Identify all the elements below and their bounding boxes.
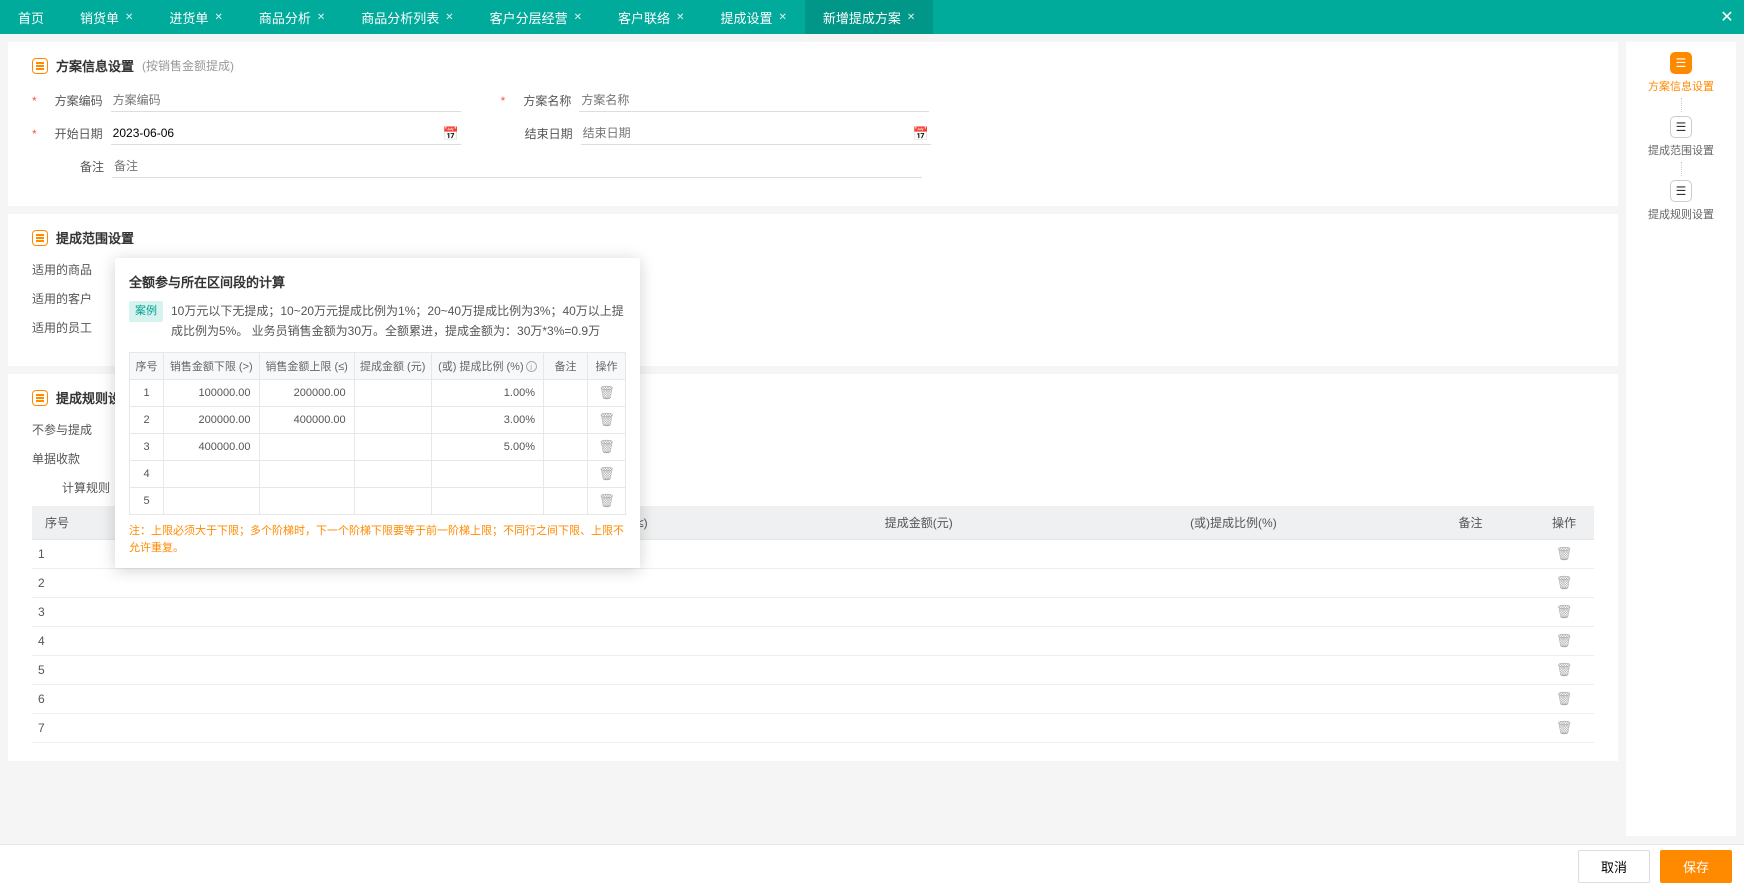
info-icon: i — [526, 361, 537, 372]
name-input[interactable] — [579, 89, 929, 112]
close-icon[interactable]: ✕ — [907, 12, 915, 23]
delete-icon[interactable]: 🗑 — [1556, 691, 1573, 706]
tab-sales[interactable]: 销货单✕ — [62, 0, 151, 34]
delete-icon[interactable]: 🗑 — [598, 385, 615, 400]
end-label: 结束日期 — [511, 125, 573, 142]
section-icon — [32, 58, 48, 74]
close-icon[interactable]: ✕ — [778, 12, 786, 23]
start-date-input[interactable] — [111, 122, 461, 145]
scope-customer: 适用的客户 — [32, 290, 110, 307]
anchor-icon: ☰ — [1670, 116, 1692, 138]
tab-new-commission[interactable]: 新增提成方案✕ — [805, 0, 933, 34]
delete-icon[interactable]: 🗑 — [1556, 546, 1573, 561]
start-label: 开始日期 — [41, 125, 103, 142]
tab-purchase[interactable]: 进货单✕ — [151, 0, 240, 34]
delete-icon[interactable]: 🗑 — [1556, 720, 1573, 735]
delete-icon[interactable]: 🗑 — [598, 493, 615, 508]
delete-icon[interactable]: 🗑 — [598, 466, 615, 481]
anchor-plan-info[interactable]: ☰ 方案信息设置 — [1648, 52, 1714, 94]
anchor-rules[interactable]: ☰ 提成规则设置 — [1648, 180, 1714, 222]
code-input[interactable] — [111, 89, 461, 112]
section-title: 方案信息设置 — [56, 56, 134, 75]
delete-icon[interactable]: 🗑 — [1556, 633, 1573, 648]
anchor-scope[interactable]: ☰ 提成范围设置 — [1648, 116, 1714, 158]
table-row[interactable]: 3🗑 — [32, 598, 1594, 627]
tab-commission[interactable]: 提成设置✕ — [702, 0, 804, 34]
delete-icon[interactable]: 🗑 — [598, 439, 615, 454]
anchor-nav: ☰ 方案信息设置 ☰ 提成范围设置 ☰ 提成规则设置 — [1626, 42, 1736, 836]
delete-icon[interactable]: 🗑 — [598, 412, 615, 427]
tab-bar: 首页 销货单✕ 进货单✕ 商品分析✕ 商品分析列表✕ 客户分层经营✕ 客户联络✕… — [0, 0, 1744, 34]
tab-customer-contact[interactable]: 客户联络✕ — [600, 0, 702, 34]
tab-customer-tier[interactable]: 客户分层经营✕ — [472, 0, 600, 34]
close-icon[interactable]: ✕ — [317, 12, 325, 23]
section-title: 提成范围设置 — [56, 228, 134, 247]
name-label: 方案名称 — [509, 92, 571, 109]
delete-icon[interactable]: 🗑 — [1556, 604, 1573, 619]
close-icon[interactable]: ✕ — [214, 12, 222, 23]
delete-icon[interactable]: 🗑 — [1556, 662, 1573, 677]
table-row: 4🗑 — [130, 460, 626, 487]
remark-label: 备注 — [42, 158, 104, 175]
tab-prod-list[interactable]: 商品分析列表✕ — [343, 0, 471, 34]
popover-title: 全额参与所在区间段的计算 — [129, 272, 626, 291]
section-subtitle: (按销售金额提成) — [142, 57, 234, 74]
table-row: 3400000.005.00%🗑 — [130, 433, 626, 460]
tab-prod-analysis[interactable]: 商品分析✕ — [241, 0, 343, 34]
end-date-input[interactable] — [581, 122, 931, 145]
table-row: 2200000.00400000.003.00%🗑 — [130, 406, 626, 433]
save-button[interactable]: 保存 — [1660, 850, 1732, 883]
example-table: 序号 销售金额下限 (>) 销售金额上限 (≤) 提成金额 (元) (或) 提成… — [129, 352, 626, 515]
single-receipt-label: 单据收款 — [32, 450, 110, 467]
remark-input[interactable] — [112, 155, 922, 178]
section-icon — [32, 230, 48, 246]
scope-product: 适用的商品 — [32, 261, 110, 278]
footer-bar: 取消 保存 — [0, 844, 1744, 888]
section-icon — [32, 390, 48, 406]
close-icon[interactable]: ✕ — [125, 12, 133, 23]
close-icon[interactable]: ✕ — [676, 12, 684, 23]
no-commission-label: 不参与提成 — [32, 421, 110, 438]
calc-rule-label: 计算规则 — [32, 479, 110, 496]
table-row[interactable]: 7🗑 — [32, 714, 1594, 743]
table-row: 1100000.00200000.001.00%🗑 — [130, 379, 626, 406]
table-row[interactable]: 4🗑 — [32, 627, 1594, 656]
popover-note: 注：上限必须大于下限；多个阶梯时，下一个阶梯下限要等于前一阶梯上限；不同行之间下… — [129, 523, 626, 558]
scope-staff: 适用的员工 — [32, 319, 110, 336]
close-icon[interactable]: ✕ — [445, 12, 453, 23]
close-icon[interactable]: ✕ — [574, 12, 582, 23]
tab-home[interactable]: 首页 — [0, 0, 62, 34]
anchor-icon: ☰ — [1670, 52, 1692, 74]
code-label: 方案编码 — [41, 92, 103, 109]
section-plan-info: 方案信息设置 (按销售金额提成) * 方案编码 * 方案名称 * 开始日期 — [8, 42, 1618, 206]
tooltip-popover: 全额参与所在区间段的计算 案例 10万元以下无提成；10~20万元提成比例为1%… — [115, 258, 640, 568]
delete-icon[interactable]: 🗑 — [1556, 575, 1573, 590]
table-row[interactable]: 6🗑 — [32, 685, 1594, 714]
table-row[interactable]: 5🗑 — [32, 656, 1594, 685]
example-tag: 案例 — [129, 301, 163, 322]
anchor-icon: ☰ — [1670, 180, 1692, 202]
table-row: 5🗑 — [130, 487, 626, 514]
popover-desc: 10万元以下无提成；10~20万元提成比例为1%；20~40万提成比例为3%；4… — [171, 301, 626, 342]
table-row[interactable]: 2🗑 — [32, 569, 1594, 598]
cancel-button[interactable]: 取消 — [1578, 850, 1650, 883]
close-all-tabs[interactable]: ✕ — [1710, 0, 1744, 34]
